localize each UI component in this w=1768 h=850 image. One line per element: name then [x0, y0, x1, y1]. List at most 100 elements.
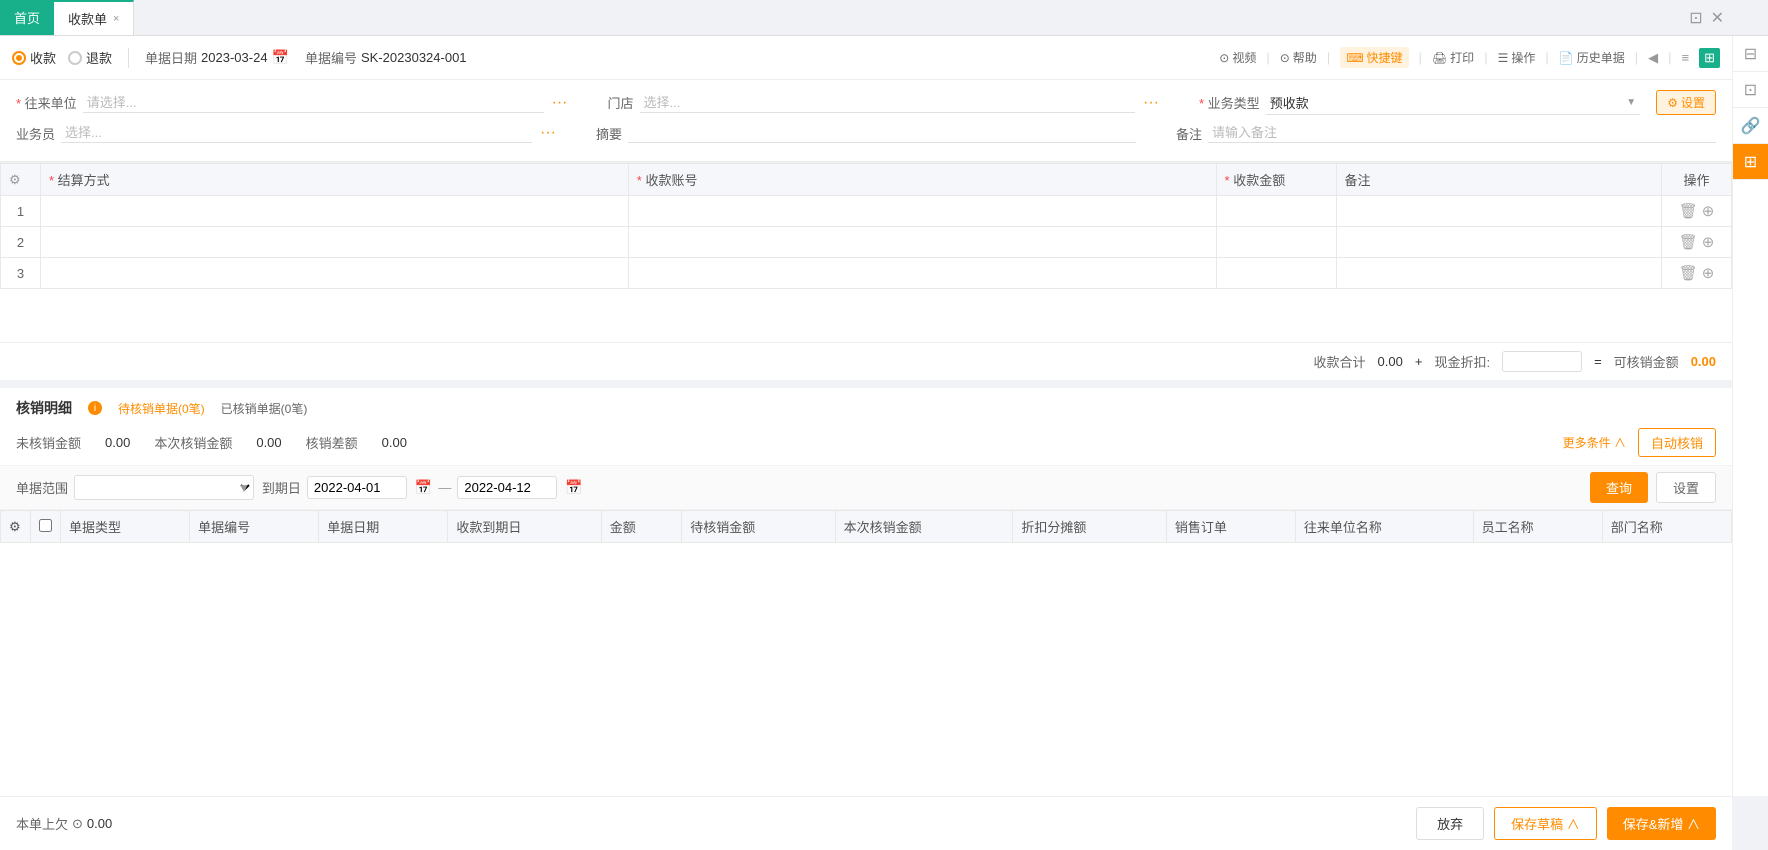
- radio-refund[interactable]: 退款: [68, 48, 112, 67]
- current-label: 本次核销金额: [154, 433, 232, 452]
- row-3-action: 🗑 ⊕: [1662, 258, 1732, 289]
- help-label: 帮助: [1293, 49, 1317, 66]
- sidebar-icon-2[interactable]: ⊡: [1733, 72, 1768, 108]
- radio-income[interactable]: 收款: [12, 48, 56, 67]
- section-stats: 未核销金额 0.00 本次核销金额 0.00 核销差额 0.00 更多条件 ∧ …: [0, 424, 1732, 465]
- summary-label: 摘要: [596, 124, 622, 143]
- tab-receipt-close[interactable]: ×: [113, 13, 119, 25]
- remark-input[interactable]: [1208, 123, 1716, 143]
- number-field: 单据编号 SK-20230324-001: [305, 48, 467, 67]
- store-more-icon[interactable]: ···: [1143, 94, 1159, 112]
- discount-input[interactable]: [1502, 351, 1582, 372]
- operation-btn[interactable]: ☰ 操作: [1498, 49, 1536, 66]
- section-info-icon[interactable]: i: [88, 401, 102, 415]
- shortcut-btn[interactable]: ⌨ 快捷键: [1340, 47, 1408, 68]
- table-settings-icon[interactable]: ⚙: [9, 172, 21, 187]
- tab-home[interactable]: 首页: [0, 0, 54, 35]
- section-title: 核销明细: [16, 398, 72, 418]
- radio-income-dot: [12, 51, 26, 65]
- tab-receipt-label: 收款单: [68, 9, 107, 28]
- th-remark: 备注: [1336, 164, 1661, 196]
- save-draft-button[interactable]: 保存草稿 ∧: [1494, 807, 1597, 840]
- range-select[interactable]: [74, 475, 254, 500]
- print-btn[interactable]: 🖨 打印: [1432, 49, 1474, 66]
- abandon-button[interactable]: 放弃: [1416, 807, 1484, 840]
- date-calendar-icon[interactable]: 📅: [272, 49, 289, 66]
- history-label: 历史单据: [1577, 49, 1625, 66]
- plus-sign: +: [1415, 354, 1423, 369]
- row-1-account[interactable]: [628, 196, 1216, 227]
- row-2-remark[interactable]: [1336, 227, 1661, 258]
- window-close-icon[interactable]: ✕: [1711, 8, 1724, 28]
- date-from-input[interactable]: [307, 476, 407, 499]
- row-2-copy-icon[interactable]: ⊕: [1702, 233, 1715, 251]
- partner-input[interactable]: [83, 93, 544, 113]
- row-3-delete-icon[interactable]: 🗑: [1679, 264, 1698, 282]
- list-view-icon[interactable]: ≡: [1682, 50, 1690, 65]
- table-row: 3 🗑 ⊕: [1, 258, 1732, 289]
- video-btn[interactable]: ⊙ 视频: [1219, 49, 1256, 66]
- th-settings[interactable]: ⚙: [1, 164, 41, 196]
- bth-checkbox[interactable]: [31, 511, 61, 543]
- row-1-amount[interactable]: [1216, 196, 1336, 227]
- print-icon: 🖨: [1432, 51, 1447, 65]
- select-all-checkbox[interactable]: [39, 519, 52, 532]
- row-2-delete-icon[interactable]: 🗑: [1679, 233, 1698, 251]
- keyboard-icon: ⌨: [1346, 51, 1363, 65]
- row-2-settle[interactable]: [41, 227, 629, 258]
- pending-tab[interactable]: 待核销单据(0笔): [118, 400, 205, 417]
- bth-dept: 部门名称: [1602, 511, 1731, 543]
- salesperson-more-icon[interactable]: ···: [540, 124, 556, 142]
- bottom-table: ⚙ 单据类型 单据编号 单据日期 收款到期日 金额 待核销金额 本次核销金额 折…: [0, 510, 1732, 543]
- toolbar-right: ⊙ 视频 | ⊙ 帮助 | ⌨ 快捷键 | 🖨 打印 | ☰ 操作: [1219, 47, 1720, 68]
- store-input[interactable]: [640, 93, 1136, 113]
- row-2-account[interactable]: [628, 227, 1216, 258]
- date-to-calendar-icon[interactable]: 📅: [565, 479, 582, 496]
- summary-input[interactable]: [628, 123, 1136, 143]
- biz-type-select[interactable]: 预收款 ▼: [1266, 91, 1641, 115]
- footer-actions: 放弃 保存草稿 ∧ 保存&新增 ∧: [1416, 807, 1716, 840]
- bottom-table-settings-icon[interactable]: ⚙: [9, 519, 21, 534]
- tab-receipt[interactable]: 收款单 ×: [54, 0, 134, 35]
- row-1-settle[interactable]: [41, 196, 629, 227]
- auto-cancel-button[interactable]: 自动核销: [1638, 428, 1716, 457]
- sidebar-icon-1[interactable]: ⊟: [1733, 36, 1768, 72]
- filter-settings-button[interactable]: 设置: [1656, 472, 1716, 503]
- settings-label: 设置: [1681, 94, 1705, 111]
- row-1-copy-icon[interactable]: ⊕: [1702, 202, 1715, 220]
- date-from-calendar-icon[interactable]: 📅: [415, 479, 432, 496]
- bth-type: 单据类型: [61, 511, 190, 543]
- net-value: 0.00: [1691, 354, 1716, 369]
- done-tab[interactable]: 已核销单据(0笔): [221, 400, 308, 417]
- row-2-action: 🗑 ⊕: [1662, 227, 1732, 258]
- number-value: SK-20230324-001: [361, 50, 467, 65]
- row-3-copy-icon[interactable]: ⊕: [1702, 264, 1715, 282]
- salesperson-input[interactable]: [61, 123, 532, 143]
- partner-more-icon[interactable]: ···: [552, 94, 568, 112]
- more-filter-btn[interactable]: 更多条件 ∧: [1563, 434, 1626, 451]
- row-2-amount[interactable]: [1216, 227, 1336, 258]
- window-restore-icon[interactable]: ⊡: [1689, 8, 1702, 28]
- row-1-remark[interactable]: [1336, 196, 1661, 227]
- row-1-delete-icon[interactable]: 🗑: [1679, 202, 1698, 220]
- row-3-account[interactable]: [628, 258, 1216, 289]
- video-label: 视频: [1232, 49, 1256, 66]
- grid-view-icon[interactable]: ⊞: [1699, 48, 1720, 68]
- prev-icon[interactable]: ◀: [1648, 50, 1658, 66]
- query-button[interactable]: 查询: [1590, 472, 1648, 503]
- sidebar-icon-3[interactable]: 🔗: [1733, 108, 1768, 144]
- row-3-settle[interactable]: [41, 258, 629, 289]
- row-3-remark[interactable]: [1336, 258, 1661, 289]
- tab-bar-right: ⊡ ✕: [1689, 8, 1732, 28]
- remark-label: 备注: [1176, 124, 1202, 143]
- history-btn[interactable]: 📄 历史单据: [1559, 49, 1625, 66]
- row-3-amount[interactable]: [1216, 258, 1336, 289]
- help-btn[interactable]: ⊙ 帮助: [1280, 49, 1317, 66]
- sidebar-icon-4[interactable]: ⊞: [1733, 144, 1768, 180]
- form-settings-button[interactable]: ⚙ 设置: [1656, 90, 1716, 115]
- filter-actions: 查询 设置: [1590, 472, 1716, 503]
- bth-settings[interactable]: ⚙: [1, 511, 31, 543]
- diff-label: 核销差额: [306, 433, 358, 452]
- save-new-button[interactable]: 保存&新增 ∧: [1607, 807, 1716, 840]
- date-to-input[interactable]: [457, 476, 557, 499]
